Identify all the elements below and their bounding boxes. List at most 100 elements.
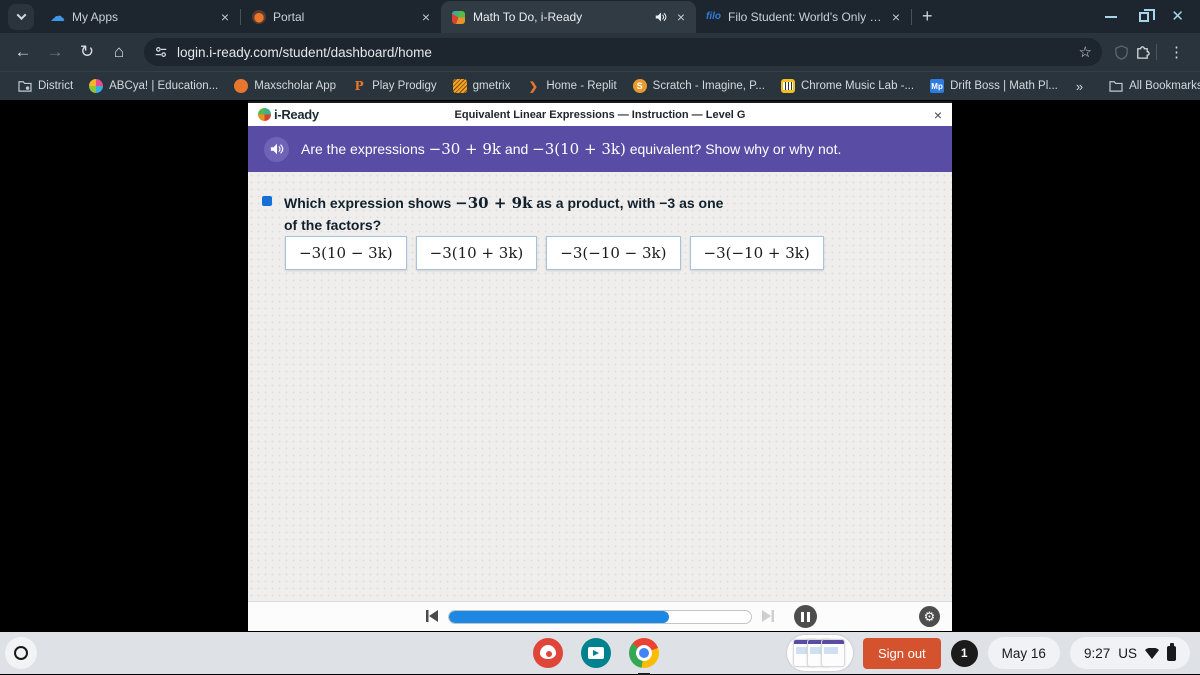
skip-back-icon[interactable] [424, 608, 440, 629]
close-tab-icon[interactable]: × [674, 9, 688, 25]
replit-icon: ❯ [528, 80, 538, 93]
managed-folder-icon [18, 79, 32, 93]
iready-logo-text: i-Ready [274, 107, 319, 122]
shelf-status-area: Sign out 1 May 16 9:27 US [786, 635, 1200, 671]
privacy-shield-icon[interactable] [1114, 44, 1129, 60]
iready-logo: i-Ready [258, 107, 319, 122]
window-thumbnail [820, 639, 845, 667]
close-tab-icon[interactable]: × [889, 9, 903, 25]
forward-button[interactable]: → [42, 39, 68, 65]
math-expression: −30 + 9k [428, 140, 502, 158]
tab-audio-icon[interactable] [655, 11, 667, 23]
filo-icon: filo [706, 11, 721, 22]
tab-portal[interactable]: Portal × [241, 0, 441, 33]
new-tab-button[interactable]: + [912, 6, 943, 27]
maxscholar-icon [234, 79, 249, 93]
folder-icon [1109, 79, 1123, 93]
status-tray[interactable]: 9:27 US [1069, 637, 1190, 669]
audio-speaker-icon[interactable] [264, 136, 289, 162]
bookmarks-overflow-button[interactable]: » [1066, 79, 1093, 94]
settings-gear-icon[interactable]: ⚙ [919, 606, 940, 627]
bookmark-label: Maxscholar App [254, 80, 337, 92]
tab-title: Portal [273, 9, 305, 24]
bookmark-replit[interactable]: ❯ Home - Replit [518, 79, 624, 93]
chromeos-shelf: Sign out 1 May 16 9:27 US [0, 632, 1200, 675]
tab-title: My Apps [72, 9, 119, 24]
extensions-icon[interactable] [1135, 45, 1150, 60]
answer-option-4[interactable]: −3(−10 + 3k) [689, 236, 824, 270]
all-bookmarks-label: All Bookmarks [1129, 80, 1200, 92]
screencast-app-icon[interactable] [581, 638, 611, 668]
address-bar[interactable]: login.i-ready.com/student/dashboard/home… [144, 38, 1102, 66]
bookmark-gmetrix[interactable]: gmetrix [445, 79, 519, 93]
abcya-icon [89, 79, 104, 93]
bookmark-star-icon[interactable]: ☆ [1079, 43, 1092, 61]
bookmark-prodigy[interactable]: P Play Prodigy [344, 79, 445, 93]
bookmark-abcya[interactable]: ABCya! | Education... [81, 79, 226, 93]
question-bullet-icon [262, 196, 272, 206]
tab-strip: ☁ My Apps × Portal × Math To Do, i-Ready… [0, 0, 1200, 33]
close-tab-icon[interactable]: × [419, 9, 433, 25]
skip-forward-icon[interactable] [760, 608, 776, 629]
chrome-app-icon[interactable] [629, 638, 659, 675]
iready-cube-icon [451, 10, 466, 25]
date-pill[interactable]: May 16 [987, 637, 1060, 669]
progress-fill [449, 611, 670, 623]
answer-options: −3(10 − 3k) −3(10 + 3k) −3(−10 − 3k) −3(… [285, 236, 824, 270]
close-window-icon[interactable]: ✕ [1171, 9, 1184, 24]
all-bookmarks-button[interactable]: All Bookmarks [1101, 79, 1200, 93]
bookmark-label: Play Prodigy [372, 80, 437, 92]
restore-icon[interactable] [1139, 8, 1156, 22]
tab-title: Filo Student: World's Only Live [728, 9, 882, 24]
question-row: Which expression shows −30 + 9k as a pro… [262, 192, 734, 237]
notification-badge[interactable]: 1 [950, 639, 978, 667]
lesson-progress-bar[interactable] [448, 610, 752, 624]
math-expression: −3(10 + 3k) [532, 140, 626, 158]
reload-button[interactable]: ↻ [74, 39, 100, 65]
cloud-icon: ☁ [50, 8, 65, 25]
site-settings-icon[interactable] [154, 45, 168, 59]
iready-pinwheel-icon [258, 108, 271, 121]
lesson-close-icon[interactable]: × [934, 107, 942, 123]
launcher-button[interactable] [5, 637, 37, 669]
wifi-icon [1145, 647, 1159, 659]
bookmark-drift-boss[interactable]: Mp Drift Boss | Math Pl... [922, 79, 1066, 93]
portal-icon [251, 9, 266, 24]
bookmark-label: gmetrix [472, 80, 511, 92]
lesson-header: Equivalent Linear Expressions — Instruct… [248, 103, 952, 126]
ime-label: US [1118, 645, 1137, 661]
tab-title: Math To Do, i-Ready [473, 10, 583, 24]
prompt-text: Are the expressions −30 + 9k and −3(10 +… [301, 140, 842, 158]
home-button[interactable]: ⌂ [106, 39, 132, 65]
time-label: 9:27 [1083, 645, 1111, 661]
back-button[interactable]: ← [10, 39, 36, 65]
tab-my-apps[interactable]: ☁ My Apps × [40, 0, 240, 33]
bookmark-maxscholar[interactable]: Maxscholar App [226, 79, 344, 93]
drift-boss-icon: Mp [930, 79, 945, 93]
window-preview-pill[interactable] [786, 635, 853, 671]
answer-option-2[interactable]: −3(10 + 3k) [415, 236, 538, 270]
bookmark-label: District [38, 80, 74, 92]
canvas-app-icon[interactable] [533, 638, 563, 668]
bookmark-scratch[interactable]: S Scratch - Imagine, P... [625, 79, 773, 93]
url-text[interactable]: login.i-ready.com/student/dashboard/home [177, 45, 1070, 60]
prompt-banner: Are the expressions −30 + 9k and −3(10 +… [248, 126, 952, 172]
answer-option-1[interactable]: −3(10 − 3k) [285, 236, 407, 270]
minimize-icon[interactable] [1105, 15, 1118, 18]
iready-lesson-panel: Equivalent Linear Expressions — Instruct… [248, 101, 952, 631]
bookmark-label: ABCya! | Education... [109, 80, 219, 92]
tab-iready-active[interactable]: Math To Do, i-Ready × [441, 1, 696, 33]
answer-option-3[interactable]: −3(−10 − 3k) [546, 236, 681, 270]
browser-menu-icon[interactable]: ⋮ [1163, 43, 1190, 61]
sign-out-button[interactable]: Sign out [862, 637, 941, 669]
tab-filo[interactable]: filo Filo Student: World's Only Live × [696, 0, 911, 33]
browser-toolbar: ← → ↻ ⌂ login.i-ready.com/student/dashbo… [0, 33, 1200, 71]
prodigy-icon: P [354, 79, 364, 93]
bookmark-district[interactable]: District [10, 79, 81, 93]
tab-search-button[interactable] [8, 3, 34, 30]
close-tab-icon[interactable]: × [218, 9, 232, 25]
battery-icon [1167, 642, 1176, 661]
pause-button[interactable] [794, 605, 817, 628]
lesson-content: Which expression shows −30 + 9k as a pro… [248, 172, 952, 601]
bookmark-music-lab[interactable]: Chrome Music Lab -... [773, 79, 922, 93]
